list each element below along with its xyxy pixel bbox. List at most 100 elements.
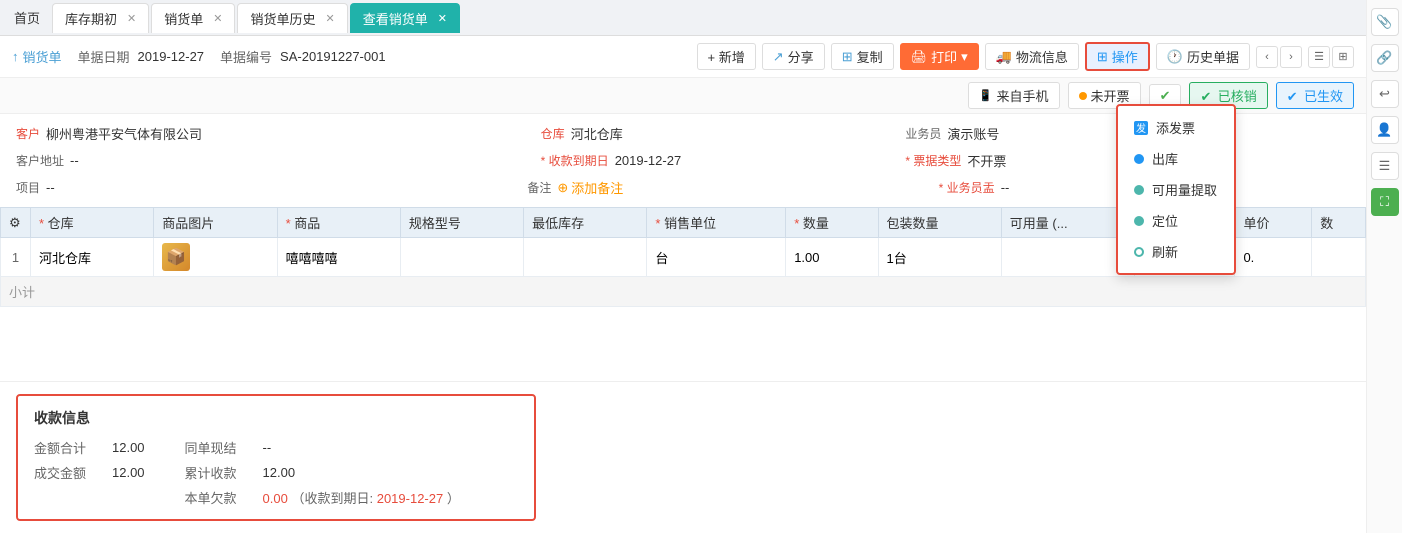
customer-field: 客户 柳州粤港平安气体有限公司 (16, 124, 461, 143)
cumulative-value: 12.00 (263, 465, 296, 480)
add-invoice-item[interactable]: 发 添发票 (1118, 112, 1234, 143)
no-value: SA-20191227-001 (280, 49, 386, 64)
th-warehouse: * 仓库 (31, 208, 154, 238)
due-date-value: 2019-12-27 (377, 491, 444, 506)
locate-icon (1134, 216, 1144, 226)
next-button[interactable]: › (1280, 46, 1302, 68)
tab-inventory[interactable]: 库存期初 ✕ (52, 3, 149, 33)
row-no: 1 (1, 238, 31, 277)
header-actions: + 新增 ↗ 分享 ⊞ 复制 🖨 打印 ▾ 🚚 物流信息 (697, 42, 1354, 71)
th-qty: * 数量 (786, 208, 878, 238)
row-available (1001, 238, 1135, 277)
effective-button[interactable]: ✔ 已生效 (1276, 82, 1354, 109)
ticket-type-value: 不开票 (967, 151, 1006, 170)
sales-person-label: * 业务员盂 (939, 179, 995, 196)
same-order-label: 同单现结 (185, 438, 255, 457)
copy-button[interactable]: ⊞ 复制 (831, 43, 894, 70)
payment-col-1: 金额合计 12.00 成交金额 12.00 (34, 438, 145, 507)
prev-button[interactable]: ‹ (1256, 46, 1278, 68)
th-product-image: 商品图片 (154, 208, 277, 238)
add-invoice-icon: 发 (1134, 121, 1148, 135)
refresh-item[interactable]: 刷新 (1118, 236, 1234, 267)
row-pack-qty: 1台 (878, 238, 1001, 277)
sidebar-icon-2[interactable]: 🔗 (1371, 44, 1399, 72)
sidebar-icon-1[interactable]: 📎 (1371, 8, 1399, 36)
logistics-button[interactable]: 🚚 物流信息 (985, 43, 1079, 70)
add-note-button[interactable]: ⊕ 添加备注 (557, 178, 623, 197)
warehouse-label: 仓库 (541, 125, 565, 142)
total-amount-label: 金额合计 (34, 438, 104, 457)
th-product: * 商品 (277, 208, 400, 238)
operations-button[interactable]: ⊞ 操作 (1085, 42, 1150, 71)
logistics-label: 物流信息 (1016, 47, 1068, 66)
not-open-label: 未开票 (1091, 86, 1130, 105)
new-button[interactable]: + 新增 (697, 43, 756, 70)
doc-no-info: 单据编号 SA-20191227-001 (220, 47, 386, 66)
tab-sales-history[interactable]: 销货单历史 ✕ (237, 3, 347, 33)
tab-sales-history-label: 销货单历史 (250, 9, 315, 28)
payment-date-label: * 收款到期日 (541, 152, 609, 169)
arrears-note: （收款到期日: (291, 491, 376, 506)
locate-item[interactable]: 定位 (1118, 205, 1234, 236)
sidebar-icon-4[interactable]: 👤 (1371, 116, 1399, 144)
tab-inventory-label: 库存期初 (65, 9, 117, 28)
tab-sales[interactable]: 销货单 ✕ (151, 3, 235, 33)
print-icon: 🖨 (911, 49, 928, 65)
out-warehouse-item[interactable]: 出库 (1118, 143, 1234, 174)
sidebar-icon-3[interactable]: ↩ (1371, 80, 1399, 108)
history-button[interactable]: 🕐 历史单据 (1156, 43, 1250, 70)
sidebar-icon-6[interactable]: ⛶ (1371, 188, 1399, 216)
tab-home[interactable]: 首页 (4, 8, 50, 27)
sidebar-icon-5[interactable]: ☰ (1371, 152, 1399, 180)
view-icons: ☰ ⊞ (1308, 46, 1354, 68)
transaction-amount-value: 12.00 (112, 465, 145, 480)
tab-view-sales[interactable]: 查看销货单 ✕ (350, 3, 460, 33)
ticket-type-label: * 票据类型 (905, 152, 961, 169)
row-min-stock (524, 238, 647, 277)
right-sidebar: 📎 🔗 ↩ 👤 ☰ ⛶ (1366, 0, 1402, 533)
total-amount-item: 金额合计 12.00 (34, 438, 145, 457)
from-mobile-button[interactable]: 📱 来自手机 (968, 82, 1060, 109)
note-field: 备注 ⊕ 添加备注 (527, 178, 938, 197)
row-price: 0. (1235, 238, 1312, 277)
subtotal-row: 小计 (1, 277, 1366, 307)
tab-view-sales-close[interactable]: ✕ (438, 12, 447, 25)
history-icon: 🕐 (1167, 49, 1183, 65)
th-settings[interactable]: ⚙ (1, 208, 31, 238)
transaction-amount-label: 成交金额 (34, 463, 104, 482)
locate-label: 定位 (1152, 211, 1178, 230)
tab-sales-close[interactable]: ✕ (213, 12, 222, 25)
cancelled-icon: ✔ (1200, 89, 1211, 104)
copy-label: 复制 (857, 47, 883, 66)
add-invoice-label: 添发票 (1156, 118, 1195, 137)
list-view-button[interactable]: ☰ (1308, 46, 1330, 68)
row-spec (400, 238, 523, 277)
th-unit: * 销售单位 (647, 208, 786, 238)
employee-label: 业务员 (905, 125, 941, 142)
history-label: 历史单据 (1187, 47, 1239, 66)
payment-col-2: 同单现结 -- 累计收款 12.00 本单欠款 0.00 （收款到期日: (185, 438, 460, 507)
bottom-section: 收款信息 金额合计 12.00 成交金额 12.00 (0, 381, 1366, 533)
refresh-label: 刷新 (1152, 242, 1178, 261)
grid-view-button[interactable]: ⊞ (1332, 46, 1354, 68)
tab-inventory-close[interactable]: ✕ (127, 12, 136, 25)
payment-rows: 金额合计 12.00 成交金额 12.00 同单现结 -- (34, 438, 518, 507)
print-button[interactable]: 🖨 打印 ▾ (900, 43, 979, 70)
print-dropdown-icon: ▾ (961, 49, 968, 65)
arrears-value: 0.00 （收款到期日: 2019-12-27 ） (263, 488, 460, 507)
add-note-icon: ⊕ (557, 180, 568, 196)
th-subtotal: 数 (1312, 208, 1366, 238)
no-label: 单据编号 (220, 47, 272, 66)
mobile-icon: 📱 (979, 89, 993, 102)
share-button[interactable]: ↗ 分享 (762, 43, 825, 70)
share-icon: ↗ (773, 49, 784, 65)
check-icon: ✔ (1160, 88, 1171, 104)
arrears-label: 本单欠款 (185, 488, 255, 507)
add-note-label: 添加备注 (571, 178, 623, 197)
effective-icon: ✔ (1287, 89, 1298, 104)
tab-sales-history-close[interactable]: ✕ (326, 12, 335, 25)
row-qty: 1.00 (786, 238, 878, 277)
available-qty-item[interactable]: 可用量提取 (1118, 174, 1234, 205)
print-label: 打印 (931, 47, 957, 66)
header-bar: ↑ 销货单 单据日期 2019-12-27 单据编号 SA-20191227-0… (0, 36, 1366, 78)
